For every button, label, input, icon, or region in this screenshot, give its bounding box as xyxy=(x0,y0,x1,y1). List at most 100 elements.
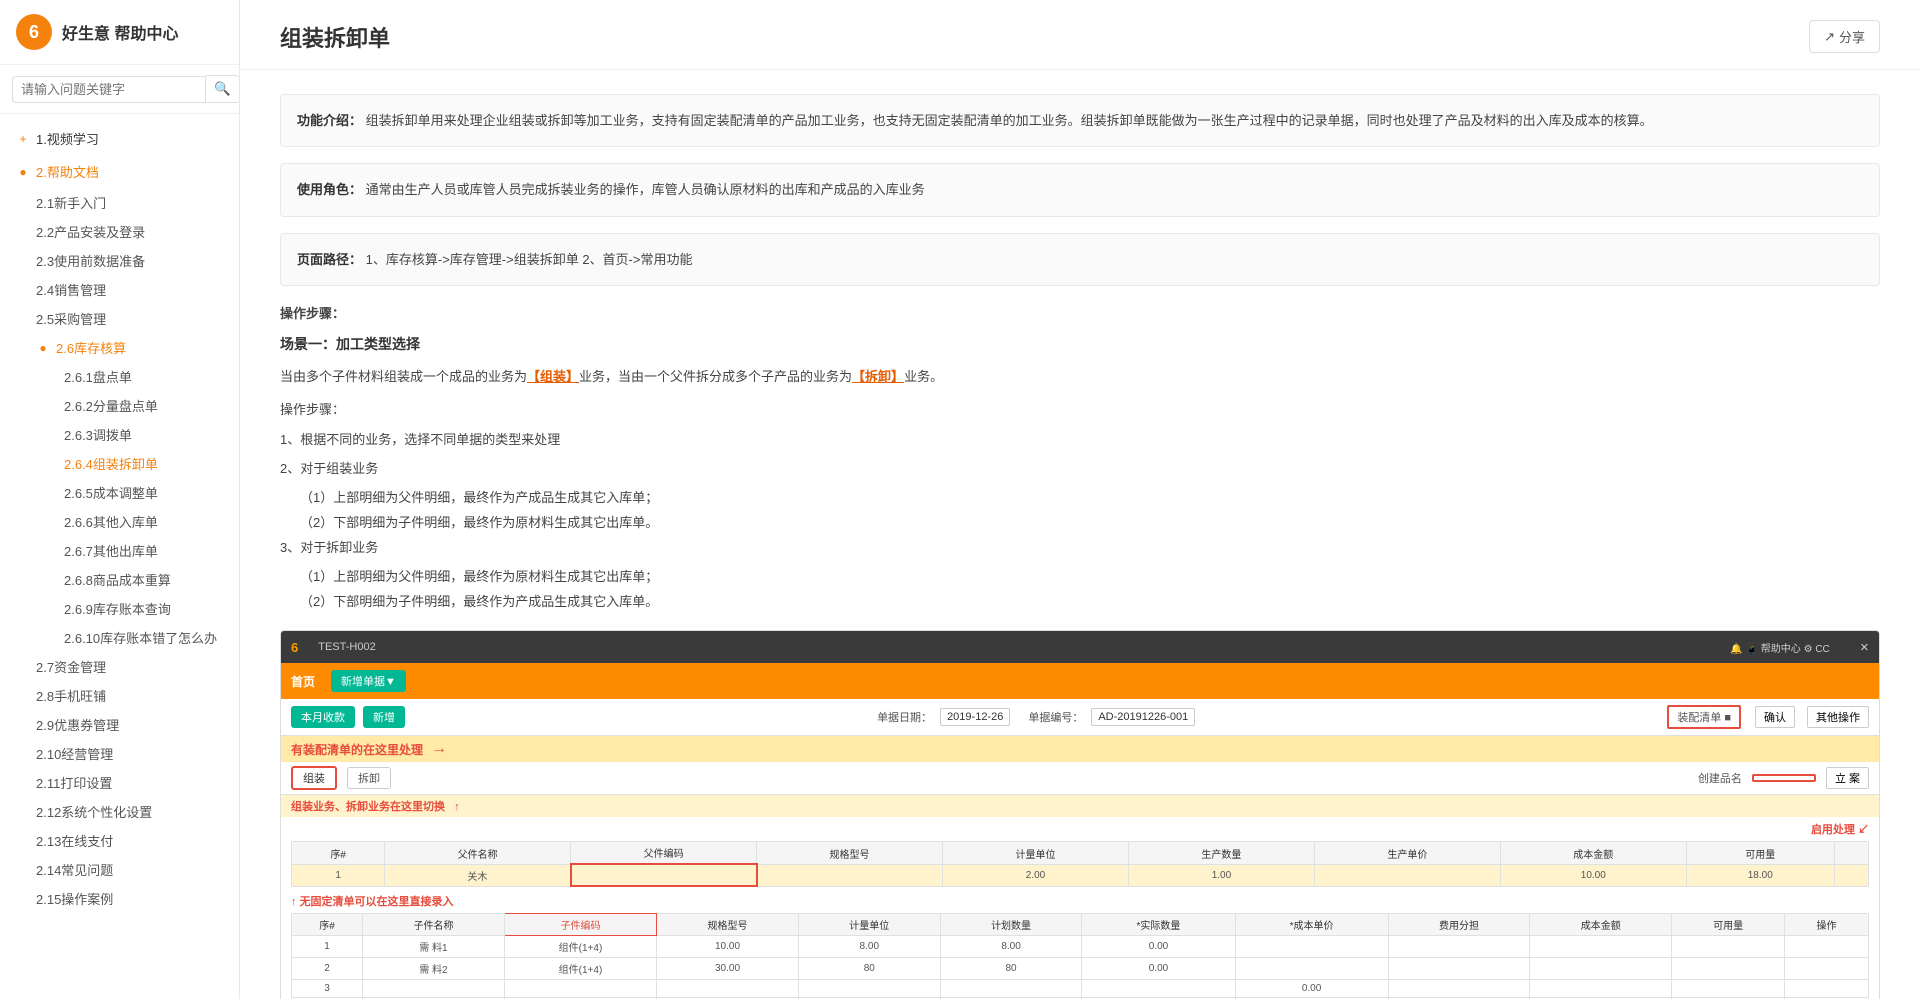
sim-table-upper: 启用处理 ↙ 序# 父件名称 父件编码 规格型号 计量单位 生产数量 xyxy=(281,817,1879,891)
sidebar-item-cost-calc[interactable]: 2.6.8商品成本重算 xyxy=(56,565,239,594)
sidebar: 6 好生意 帮助中心 🔍 + 1.视频学习 ● 2.帮助文档 2.1新手入门 2… xyxy=(0,0,240,999)
sidebar-item-assemble[interactable]: 2.6.4组装拆卸单 xyxy=(56,449,239,478)
sidebar-item-mobile[interactable]: 2.8手机旺铺 xyxy=(28,681,239,710)
sidebar-header: 6 好生意 帮助中心 xyxy=(0,0,239,65)
col-parent-code: 父件编码 xyxy=(571,842,757,865)
search-input[interactable] xyxy=(12,76,206,103)
sim-annotation2-row: 组装业务、拆卸业务在这里切换 ↑ xyxy=(281,795,1879,817)
path-label: 页面路径： xyxy=(297,252,362,267)
sim-arrow-up: ↑ xyxy=(454,801,460,813)
sim-new-btn[interactable]: 新增 xyxy=(363,706,405,728)
sidebar-item-print[interactable]: 2.11打印设置 xyxy=(28,768,239,797)
step3-1: （1）上部明细为父件明细，最终作为原材料生成其它出库单； xyxy=(300,565,1880,590)
step1: 1、根据不同的业务，选择不同单据的类型来处理 xyxy=(280,428,1880,451)
sim-type-row: 组装 拆卸 创建品名 立 案 xyxy=(281,762,1879,795)
sidebar-item-other-out[interactable]: 2.6.7其他出库单 xyxy=(56,536,239,565)
sidebar-item-purchase[interactable]: 2.5采购管理 xyxy=(28,304,239,333)
sim-parent-code-cell[interactable] xyxy=(571,864,757,886)
sim-toolbar: 本月收款 新增 单据日期： 2019-12-26 单据编号： AD-201912… xyxy=(281,699,1879,736)
path-text: 1、库存核算->库存管理->组装拆卸单 2、首页->常用功能 xyxy=(366,252,693,267)
ops-steps-sub-title: 操作步骤： xyxy=(280,398,1880,421)
table-row: 1 需 料1 组件(1+4) 10.00 8.00 8.00 0.00 xyxy=(292,936,1869,958)
sim-action-btn1[interactable]: 确认 xyxy=(1755,706,1795,728)
function-intro-text: 组装拆卸单用来处理企业组装或拆卸等加工业务，支持有固定装配清单的产品加工业务，也… xyxy=(366,113,1653,128)
sim-annotation-row1: 有装配清单的在这里处理 → xyxy=(281,736,1879,762)
sim-save-btn[interactable]: 本月收款 xyxy=(291,706,355,728)
sim-nav-home: 首页 xyxy=(291,673,315,690)
sidebar-item-coupon[interactable]: 2.9优惠券管理 xyxy=(28,710,239,739)
search-box: 🔍 xyxy=(0,65,239,114)
sim-parent-table: 序# 父件名称 父件编码 规格型号 计量单位 生产数量 生产单价 成本金额 可用… xyxy=(291,841,1869,887)
sim-query-btn[interactable]: 立 案 xyxy=(1826,767,1869,789)
sim-annotation3: 启用处理 ↙ xyxy=(291,821,1869,837)
sidebar-item-video[interactable]: + 1.视频学习 xyxy=(0,122,239,155)
sidebar-item-adjust[interactable]: 2.6.3调拨单 xyxy=(56,420,239,449)
sim-close-icon: ✕ xyxy=(1860,641,1869,654)
sim-annotation4: ↑ 无固定清单可以在这里直接录入 xyxy=(291,893,1869,909)
scene-one-desc: 当由多个子件材料组装成一个成品的业务为【组装】业务，当由一个父件拆分成多个子产品… xyxy=(280,365,1880,388)
plus-icon: + xyxy=(16,132,30,146)
sim-create-label: 创建品名 xyxy=(1698,770,1742,786)
ops-steps-title: 操作步骤： xyxy=(280,302,1880,325)
sidebar-item-online-pay[interactable]: 2.13在线支付 xyxy=(28,826,239,855)
screenshot-area: 6 TEST-H002 🔔 📱 帮助中心 ⚙ CC ✕ 首页 新增单据▼ 本月收… xyxy=(280,630,1880,999)
sim-order-field[interactable]: AD-20191226-001 xyxy=(1091,708,1195,726)
col-cost: 成本金额 xyxy=(1500,842,1686,865)
sim-annotation1-text: 有装配清单的在这里处理 xyxy=(291,741,423,758)
col-price: 生产单价 xyxy=(1314,842,1500,865)
col-action xyxy=(1834,842,1868,865)
main-content: 组装拆卸单 ↗ 分享 功能介绍： 组装拆卸单用来处理企业组装或拆卸等加工业务，支… xyxy=(240,0,1920,999)
sim-disassemble-tab[interactable]: 拆卸 xyxy=(347,767,391,789)
inventory-subnav: 2.6.1盘点单 2.6.2分量盘点单 2.6.3调拨单 2.6.4组装拆卸单 … xyxy=(28,362,239,652)
main-header: 组装拆卸单 ↗ 分享 xyxy=(240,0,1920,70)
col-qty: 生产数量 xyxy=(1128,842,1314,865)
function-intro-block: 功能介绍： 组装拆卸单用来处理企业组装或拆卸等加工业务，支持有固定装配清单的产品… xyxy=(280,94,1880,147)
col-unit: 计量单位 xyxy=(943,842,1129,865)
sim-nav-new[interactable]: 新增单据▼ xyxy=(331,670,406,692)
app-title: 好生意 帮助中心 xyxy=(62,20,178,44)
sim-assembly-list-btn[interactable]: 装配清单 ■ xyxy=(1667,705,1741,729)
sidebar-item-new-user[interactable]: 2.1新手入门 xyxy=(28,188,239,217)
sidebar-item-install[interactable]: 2.2产品安装及登录 xyxy=(28,217,239,246)
sidebar-item-inventory[interactable]: ● 2.6库存核算 xyxy=(28,333,239,362)
sidebar-item-custom[interactable]: 2.12系统个性化设置 xyxy=(28,797,239,826)
sidebar-item-stocktake[interactable]: 2.6.1盘点单 xyxy=(56,362,239,391)
step2-2: （2）下部明细为子件明细，最终作为原材料生成其它出库单。 xyxy=(300,511,1880,536)
sidebar-item-faq[interactable]: 2.14常见问题 xyxy=(28,855,239,884)
doc-body: 功能介绍： 组装拆卸单用来处理企业组装或拆卸等加工业务，支持有固定装配清单的产品… xyxy=(240,70,1920,999)
sim-create-input[interactable] xyxy=(1752,774,1816,782)
sim-table-lower-area: ↑ 无固定清单可以在这里直接录入 序# 子件名称 子件编码 规格型号 计量单位 … xyxy=(281,891,1879,999)
sim-action-btn2[interactable]: 其他操作 xyxy=(1807,706,1869,728)
col-avail: 可用量 xyxy=(1686,842,1834,865)
sidebar-item-ops[interactable]: 2.10经营管理 xyxy=(28,739,239,768)
search-button[interactable]: 🔍 xyxy=(206,75,240,103)
sim-navbar: 首页 新增单据▼ xyxy=(281,663,1879,699)
sidebar-item-stock-err[interactable]: 2.6.10库存账本错了怎么办 xyxy=(56,623,239,652)
col-parent-name: 父件名称 xyxy=(385,842,571,865)
sim-logo: 6 xyxy=(291,640,298,655)
table-row: 3 0.00 xyxy=(292,980,1869,998)
sim-assemble-tab[interactable]: 组装 xyxy=(291,766,337,790)
sidebar-item-costadj[interactable]: 2.6.5成本调整单 xyxy=(56,478,239,507)
sidebar-item-partial[interactable]: 2.6.2分量盘点单 xyxy=(56,391,239,420)
table-row: 2 需 料2 组件(1+4) 30.00 80 80 0.00 xyxy=(292,958,1869,980)
role-label: 使用角色： xyxy=(297,182,362,197)
step3: 3、对于拆卸业务 xyxy=(280,536,1880,559)
sim-app-id: TEST-H002 xyxy=(318,641,375,653)
sidebar-item-docs[interactable]: ● 2.帮助文档 xyxy=(0,155,239,188)
sidebar-item-sales[interactable]: 2.4销售管理 xyxy=(28,275,239,304)
share-button[interactable]: ↗ 分享 xyxy=(1809,20,1880,53)
sidebar-item-stock-query[interactable]: 2.6.9库存账本查询 xyxy=(56,594,239,623)
sidebar-item-finance[interactable]: 2.7资金管理 xyxy=(28,652,239,681)
sim-topbar: 6 TEST-H002 🔔 📱 帮助中心 ⚙ CC ✕ xyxy=(281,631,1879,663)
step3-2: （2）下部明细为子件明细，最终作为产成品生成其它入库单。 xyxy=(300,590,1880,615)
sidebar-item-data-prep[interactable]: 2.3使用前数据准备 xyxy=(28,246,239,275)
sidebar-item-cases[interactable]: 2.15操作案例 xyxy=(28,884,239,913)
scene-one-title: 场景一：加工类型选择 xyxy=(280,332,1880,357)
role-block: 使用角色： 通常由生产人员或库管人员完成拆装业务的操作，库管人员确认原材料的出库… xyxy=(280,163,1880,216)
sim-date-field[interactable]: 2019-12-26 xyxy=(940,708,1010,726)
sidebar-item-other-in[interactable]: 2.6.6其他入库单 xyxy=(56,507,239,536)
table-row: 1 关木 2.00 1.00 10.00 18.00 xyxy=(292,864,1869,886)
page-title: 组装拆卸单 xyxy=(280,21,390,53)
sim-child-table: 序# 子件名称 子件编码 规格型号 计量单位 计划数量 *实际数量 *成本单价 … xyxy=(291,913,1869,999)
